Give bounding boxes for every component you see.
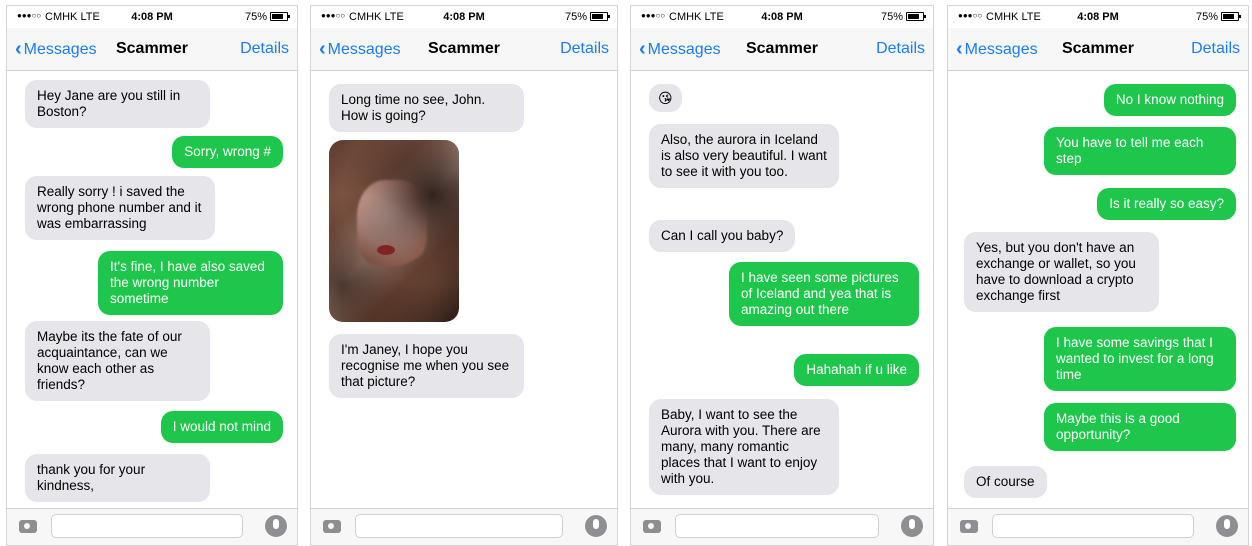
details-button[interactable]: Details	[1191, 40, 1240, 58]
message-bubble-outgoing: Hahahah if u like	[794, 354, 919, 386]
camera-icon[interactable]	[960, 520, 978, 533]
microphone-icon[interactable]	[265, 515, 287, 537]
message-bubble-outgoing: No I know nothing	[1103, 84, 1236, 116]
message-bubble-emoji: 😘	[649, 84, 682, 112]
compose-bar	[311, 508, 617, 545]
message-bubble-incoming: thank you for your kindness,	[25, 454, 210, 502]
message-bubble-outgoing: Maybe this is a good opportunity?	[1044, 403, 1236, 451]
navigation-bar: ‹ Messages Scammer Details	[631, 28, 933, 71]
message-bubble-outgoing: It's fine, I have also saved the wrong n…	[98, 251, 283, 315]
status-bar: ●●●○○ CMHK LTE 4:08 PM 75%	[7, 6, 297, 28]
message-bubble-outgoing: I have seen some pictures of Iceland and…	[729, 262, 919, 326]
microphone-icon[interactable]	[1216, 515, 1238, 537]
photo-hair	[329, 140, 459, 322]
status-bar: ●●●○○ CMHK LTE 4:08 PM 75%	[631, 6, 933, 28]
message-input[interactable]	[675, 514, 879, 538]
details-button[interactable]: Details	[876, 40, 925, 58]
message-input[interactable]	[992, 514, 1194, 538]
message-bubble-incoming: I'm Janey, I hope you recognise me when …	[329, 334, 524, 398]
message-bubble-outgoing: I have some savings that I wanted to inv…	[1044, 327, 1236, 391]
message-bubble-incoming: Of course	[964, 466, 1047, 498]
camera-icon[interactable]	[643, 520, 661, 533]
battery-icon	[906, 12, 926, 21]
phone-screen-4: ●●●○○ CMHK LTE 4:08 PM 75% ‹ Messages Sca…	[947, 5, 1249, 546]
phone-screen-2: ●●●○○ CMHK LTE 4:08 PM 75% ‹ Messages Sca…	[310, 5, 618, 546]
message-bubble-incoming: Can I call you baby?	[649, 220, 796, 252]
navigation-bar: ‹ Messages Scammer Details	[948, 28, 1248, 71]
message-bubble-incoming: Long time no see, John. How is going?	[329, 84, 524, 132]
phone-screen-1: ●●●○○ CMHK LTE 4:08 PM 75% ‹ Messages Sca…	[6, 5, 298, 546]
message-bubble-incoming: Really sorry ! i saved the wrong phone n…	[25, 176, 215, 240]
status-bar: ●●●○○ CMHK LTE 4:08 PM 75%	[948, 6, 1248, 28]
message-bubble-outgoing: Sorry, wrong #	[172, 136, 283, 168]
battery-percent: 75%	[244, 11, 267, 23]
microphone-icon[interactable]	[585, 515, 607, 537]
message-bubble-incoming: Baby, I want to see the Aurora with you.…	[649, 399, 839, 495]
photo-image[interactable]	[329, 140, 459, 322]
phone-screen-3: ●●●○○ CMHK LTE 4:08 PM 75% ‹ Messages Sca…	[630, 5, 934, 546]
camera-icon[interactable]	[323, 520, 341, 533]
navigation-bar: ‹ Messages Scammer Details	[311, 28, 617, 71]
microphone-icon[interactable]	[901, 515, 923, 537]
status-bar: ●●●○○ CMHK LTE 4:08 PM 75%	[311, 6, 617, 28]
battery-icon	[590, 12, 610, 21]
message-bubble-incoming: Hey Jane are you still in Boston?	[25, 80, 210, 128]
message-bubble-incoming: Maybe its the fate of our acquaintance, …	[25, 321, 210, 401]
battery-percent: 75%	[564, 11, 587, 23]
message-bubble-outgoing: You have to tell me each step	[1044, 127, 1236, 175]
details-button[interactable]: Details	[560, 40, 609, 58]
battery-icon	[1221, 12, 1241, 21]
details-button[interactable]: Details	[240, 40, 289, 58]
compose-bar	[631, 508, 933, 545]
message-input[interactable]	[355, 514, 563, 538]
message-bubble-incoming: Yes, but you don't have an exchange or w…	[964, 232, 1159, 312]
compose-bar	[7, 508, 297, 545]
navigation-bar: ‹ Messages Scammer Details	[7, 28, 297, 71]
battery-percent: 75%	[880, 11, 903, 23]
message-bubble-outgoing: I would not mind	[160, 411, 283, 443]
battery-icon	[270, 12, 290, 21]
message-bubble-outgoing: Is it really so easy?	[1097, 188, 1236, 220]
compose-bar	[948, 508, 1248, 545]
camera-icon[interactable]	[19, 520, 37, 533]
message-input[interactable]	[51, 514, 243, 538]
message-bubble-incoming: Also, the aurora in Iceland is also very…	[649, 124, 839, 188]
battery-percent: 75%	[1195, 11, 1218, 23]
